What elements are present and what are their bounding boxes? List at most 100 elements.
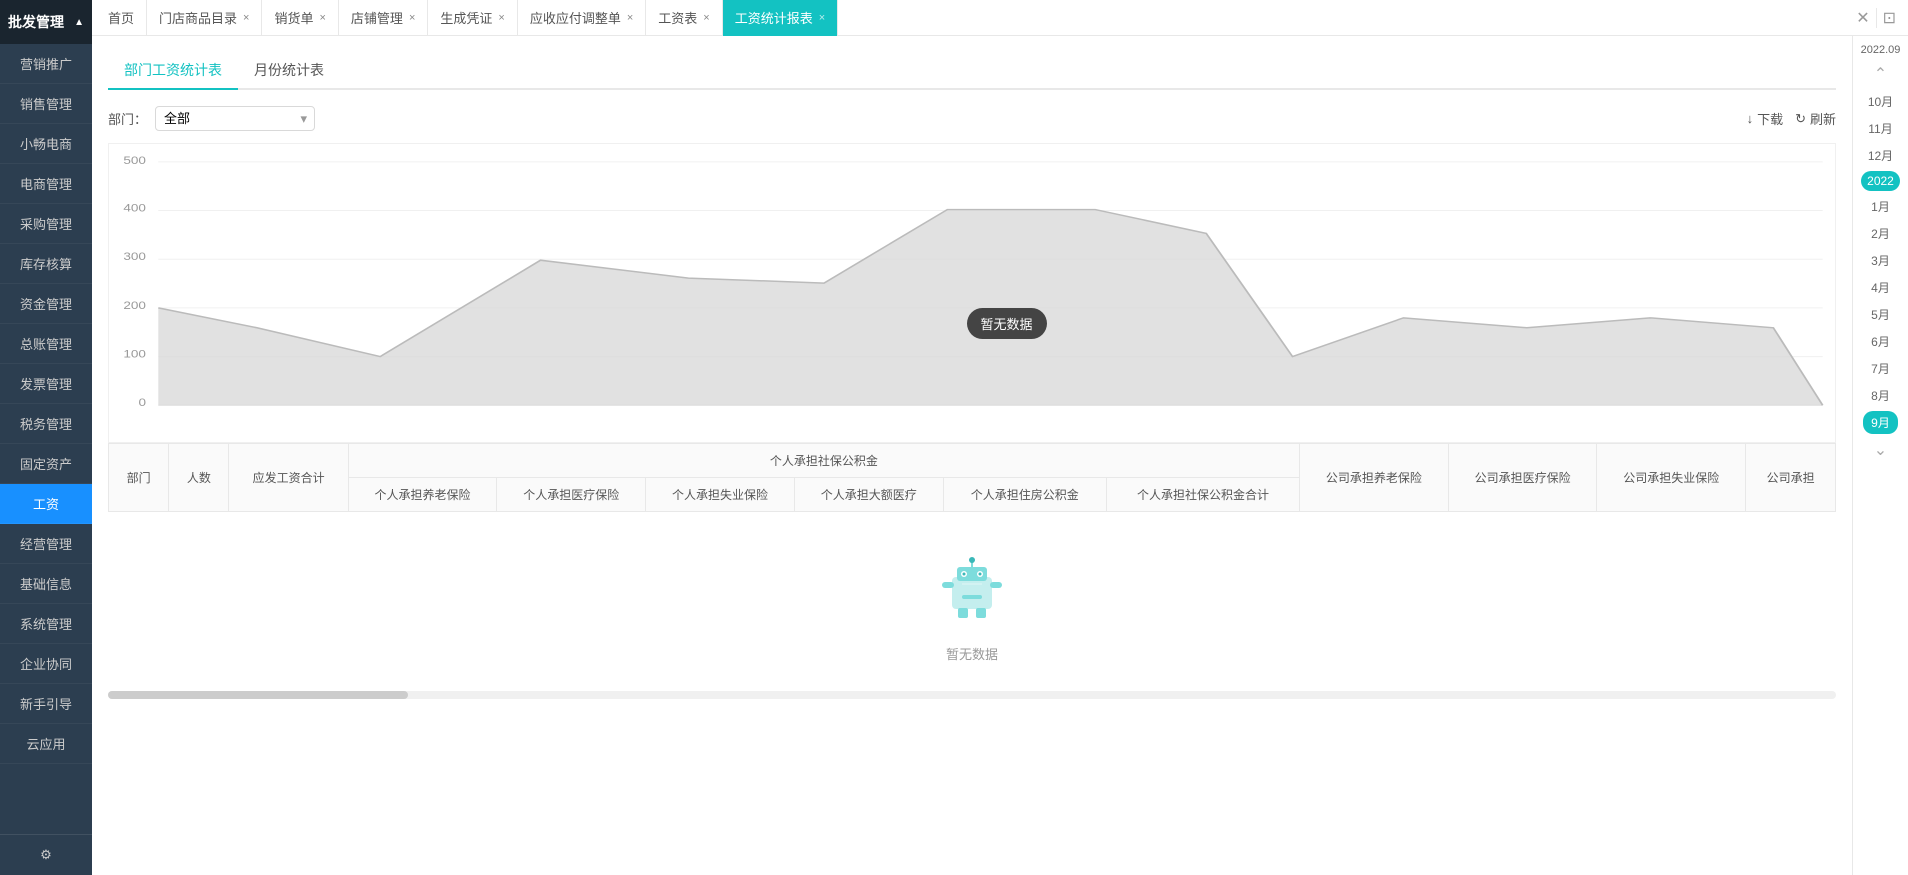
col-total-salary: 应发工资合计 bbox=[229, 444, 348, 512]
toolbar-actions: ↓ 下载 ↻ 刷新 bbox=[1747, 109, 1836, 128]
sidebar-item-zhangzhang[interactable]: 总账管理 bbox=[0, 324, 92, 364]
timeline-month-11[interactable]: 11月 bbox=[1857, 115, 1904, 142]
scroll-track[interactable] bbox=[108, 691, 1836, 699]
scroll-hint-bar bbox=[108, 683, 1836, 703]
dept-select[interactable]: 全部 bbox=[155, 106, 315, 131]
timeline-current-date: 2022.09 bbox=[1861, 44, 1901, 56]
timeline-down-nav[interactable]: ⌄ bbox=[1874, 436, 1887, 464]
sidebar-item-jingying[interactable]: 经营管理 bbox=[0, 524, 92, 564]
sidebar-item-caigou[interactable]: 采购管理 bbox=[0, 204, 92, 244]
dept-filter: 部门： 全部 bbox=[108, 106, 315, 131]
gear-icon: ⚙ bbox=[40, 847, 52, 862]
tab-dianjuguanli[interactable]: 店铺管理× bbox=[339, 0, 428, 36]
timeline-year-2022[interactable]: 2022 bbox=[1861, 171, 1900, 191]
refresh-button[interactable]: ↻ 刷新 bbox=[1795, 109, 1836, 128]
svg-text:500: 500 bbox=[123, 154, 146, 166]
tab-close-shengcheng[interactable]: × bbox=[498, 12, 504, 24]
empty-state: 暂无数据 bbox=[108, 512, 1836, 683]
sidebar-item-kucun[interactable]: 库存核算 bbox=[0, 244, 92, 284]
scroll-thumb[interactable] bbox=[108, 691, 408, 699]
close-all-tabs-icon[interactable]: ✕ bbox=[1856, 8, 1869, 28]
timeline-month-2[interactable]: 2月 bbox=[1857, 220, 1904, 247]
chart-svg: 500 400 300 200 100 0 bbox=[109, 144, 1835, 442]
empty-text: 暂无数据 bbox=[946, 644, 998, 663]
col-personal-total: 个人承担社保公积金合计 bbox=[1107, 478, 1300, 512]
main-area: 首页门店商品目录×销货单×店铺管理×生成凭证×应收应付调整单×工资表×工资统计报… bbox=[92, 0, 1908, 875]
chart-container: 500 400 300 200 100 0 bbox=[108, 143, 1836, 443]
tab-shengcheng[interactable]: 生成凭证× bbox=[428, 0, 517, 36]
timeline-month-7[interactable]: 7月 bbox=[1857, 355, 1904, 382]
timeline-month-3[interactable]: 3月 bbox=[1857, 247, 1904, 274]
tab-close-gongzitongji[interactable]: × bbox=[819, 12, 825, 24]
content-area: 部门工资统计表 月份统计表 部门： 全部 ↓ 下载 bbox=[92, 36, 1908, 875]
col-company-unemploy: 公司承担失业保险 bbox=[1597, 444, 1746, 512]
tab-close-xiaoshoudan[interactable]: × bbox=[319, 12, 325, 24]
tab-mendian[interactable]: 门店商品目录× bbox=[147, 0, 262, 36]
sidebar-item-dianshang[interactable]: 电商管理 bbox=[0, 164, 92, 204]
svg-text:0: 0 bbox=[138, 396, 146, 408]
timeline-month-12[interactable]: 12月 bbox=[1857, 142, 1904, 169]
sidebar-collapse-icon: ▲ bbox=[74, 17, 84, 28]
data-table: 部门 人数 应发工资合计 个人承担社保公积金 公司承担养老保险 公司承担医疗保险… bbox=[108, 443, 1836, 512]
maximize-icon[interactable]: ⊡ bbox=[1883, 8, 1896, 28]
timeline-up-nav[interactable]: ⌃ bbox=[1874, 60, 1887, 88]
timeline-month-4[interactable]: 4月 bbox=[1857, 274, 1904, 301]
svg-text:200: 200 bbox=[123, 299, 146, 311]
sidebar-item-gongzi[interactable]: 工资 bbox=[0, 484, 92, 524]
sidebar-item-gudingzichan[interactable]: 固定资产 bbox=[0, 444, 92, 484]
timeline-month-5[interactable]: 5月 bbox=[1857, 301, 1904, 328]
col-personal-housing: 个人承担住房公积金 bbox=[943, 478, 1106, 512]
table-container: 部门 人数 应发工资合计 个人承担社保公积金 公司承担养老保险 公司承担医疗保险… bbox=[108, 443, 1836, 703]
col-personal-unemploy: 个人承担失业保险 bbox=[646, 478, 795, 512]
sidebar-item-yun[interactable]: 云应用 bbox=[0, 724, 92, 764]
settings-button[interactable]: ⚙ bbox=[0, 834, 92, 875]
tab-close-mendian[interactable]: × bbox=[243, 12, 249, 24]
sidebar-item-shuiwu[interactable]: 税务管理 bbox=[0, 404, 92, 444]
tab-gongzitongji[interactable]: 工资统计报表× bbox=[723, 0, 838, 36]
sidebar-item-xiaoshou[interactable]: 销售管理 bbox=[0, 84, 92, 124]
col-company-medical: 公司承担医疗保险 bbox=[1448, 444, 1597, 512]
refresh-icon: ↻ bbox=[1795, 111, 1806, 127]
sidebar-item-xiaodian[interactable]: 小畅电商 bbox=[0, 124, 92, 164]
tab-close-dianjuguanli[interactable]: × bbox=[409, 12, 415, 24]
tab-xiaoshoudan[interactable]: 销货单× bbox=[262, 0, 338, 36]
col-dept: 部门 bbox=[109, 444, 169, 512]
sidebar-item-qiye[interactable]: 企业协同 bbox=[0, 644, 92, 684]
timeline-month-active[interactable]: 9月 bbox=[1863, 411, 1898, 434]
timeline-year-header: 2022.09 bbox=[1861, 40, 1901, 60]
col-personal-medical: 个人承担医疗保险 bbox=[497, 478, 646, 512]
sidebar-item-jichu[interactable]: 基础信息 bbox=[0, 564, 92, 604]
timeline-month-8[interactable]: 8月 bbox=[1857, 382, 1904, 409]
col-company-other: 公司承担 bbox=[1746, 444, 1836, 512]
download-button[interactable]: ↓ 下载 bbox=[1747, 109, 1784, 128]
col-personal-pension: 个人承担养老保险 bbox=[348, 478, 497, 512]
tab-close-yingshoufukuan[interactable]: × bbox=[627, 12, 633, 24]
sidebar-item-xinshou[interactable]: 新手引导 bbox=[0, 684, 92, 724]
sidebar-items: 营销推广销售管理小畅电商电商管理采购管理库存核算资金管理总账管理发票管理税务管理… bbox=[0, 44, 92, 764]
timeline-month-6[interactable]: 6月 bbox=[1857, 328, 1904, 355]
sidebar-item-xitong[interactable]: 系统管理 bbox=[0, 604, 92, 644]
timeline-months: 10月11月12月20221月2月3月4月5月6月7月8月9月 bbox=[1857, 88, 1904, 436]
chart-no-data-tooltip: 暂无数据 bbox=[967, 308, 1047, 339]
tab-gongzibiao[interactable]: 工资表× bbox=[646, 0, 722, 36]
sidebar: 批发管理 ▲ 营销推广销售管理小畅电商电商管理采购管理库存核算资金管理总账管理发… bbox=[0, 0, 92, 875]
svg-text:100: 100 bbox=[123, 348, 146, 360]
sidebar-item-fapiao[interactable]: 发票管理 bbox=[0, 364, 92, 404]
sidebar-header[interactable]: 批发管理 ▲ bbox=[0, 0, 92, 44]
sidebar-item-yingxiao[interactable]: 营销推广 bbox=[0, 44, 92, 84]
timeline-month-1[interactable]: 1月 bbox=[1857, 193, 1904, 220]
tab-close-gongzibiao[interactable]: × bbox=[703, 12, 709, 24]
download-icon: ↓ bbox=[1747, 111, 1754, 126]
tabs-container: 首页门店商品目录×销货单×店铺管理×生成凭证×应收应付调整单×工资表×工资统计报… bbox=[96, 0, 1856, 36]
tab-yingshoufukuan[interactable]: 应收应付调整单× bbox=[518, 0, 646, 36]
tab-dept-stats[interactable]: 部门工资统计表 bbox=[108, 52, 238, 90]
col-group-personal: 个人承担社保公积金 bbox=[348, 444, 1299, 478]
dept-label: 部门： bbox=[108, 109, 147, 128]
svg-text:400: 400 bbox=[123, 202, 146, 214]
page-content: 部门工资统计表 月份统计表 部门： 全部 ↓ 下载 bbox=[92, 36, 1852, 875]
empty-robot-icon bbox=[932, 552, 1012, 632]
timeline-month-10[interactable]: 10月 bbox=[1857, 88, 1904, 115]
tab-home[interactable]: 首页 bbox=[96, 0, 147, 36]
tab-month-stats[interactable]: 月份统计表 bbox=[238, 52, 340, 88]
sidebar-item-zijin[interactable]: 资金管理 bbox=[0, 284, 92, 324]
